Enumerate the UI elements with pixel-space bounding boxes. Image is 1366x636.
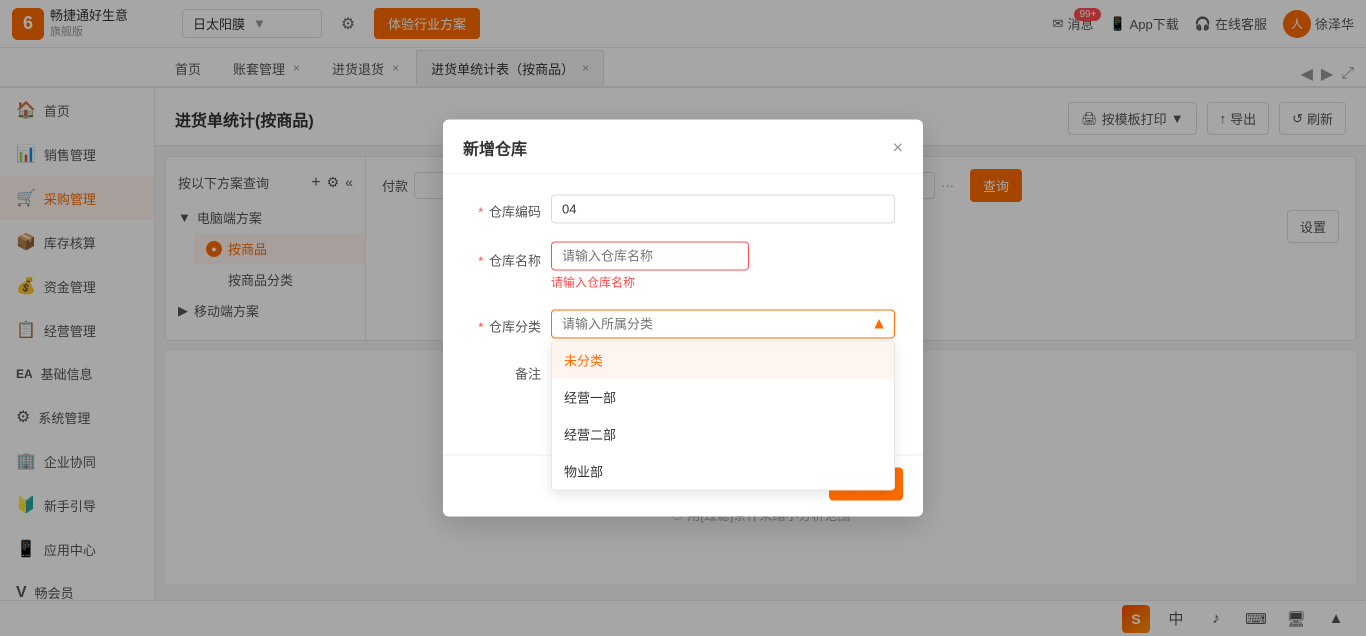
name-label-text: 仓库名称 — [489, 253, 541, 268]
code-input[interactable] — [551, 195, 895, 224]
chevron-up-icon[interactable]: ▲ — [871, 315, 887, 333]
notes-label-text: 备注 — [515, 367, 541, 382]
form-row-code: * 仓库编码 — [471, 195, 895, 224]
category-label-text: 仓库分类 — [489, 320, 541, 335]
notes-label: 备注 — [471, 357, 551, 383]
category-dropdown: 未分类 经营一部 经营二部 物业部 — [551, 341, 895, 491]
category-select-wrapper: ▲ 未分类 经营一部 经营二部 物业部 — [551, 310, 895, 339]
dropdown-item-dept2[interactable]: 经营二部 — [552, 416, 894, 453]
name-error-tip: 请输入仓库名称 — [551, 276, 635, 290]
code-label: * 仓库编码 — [471, 195, 551, 221]
name-label: * 仓库名称 — [471, 243, 551, 269]
add-warehouse-dialog: 新增仓库 × * 仓库编码 * 仓库名称 请输入仓库名称 — [443, 120, 923, 517]
dropdown-item-dept1[interactable]: 经营一部 — [552, 379, 894, 416]
dialog-close-button[interactable]: × — [892, 139, 903, 157]
category-label: * 仓库分类 — [471, 310, 551, 336]
dropdown-item-dept3[interactable]: 物业部 — [552, 453, 894, 490]
code-label-text: 仓库编码 — [489, 205, 541, 220]
name-input[interactable] — [551, 242, 749, 271]
category-input[interactable] — [551, 310, 895, 339]
form-row-category: * 仓库分类 ▲ 未分类 经营一部 经营二部 物业部 — [471, 310, 895, 339]
dropdown-item-uncat[interactable]: 未分类 — [552, 342, 894, 379]
dialog-body: * 仓库编码 * 仓库名称 请输入仓库名称 * 仓库分类 — [443, 175, 923, 455]
dialog-header: 新增仓库 × — [443, 120, 923, 175]
form-row-name: * 仓库名称 请输入仓库名称 — [471, 242, 895, 292]
dialog-title: 新增仓库 — [463, 136, 527, 160]
